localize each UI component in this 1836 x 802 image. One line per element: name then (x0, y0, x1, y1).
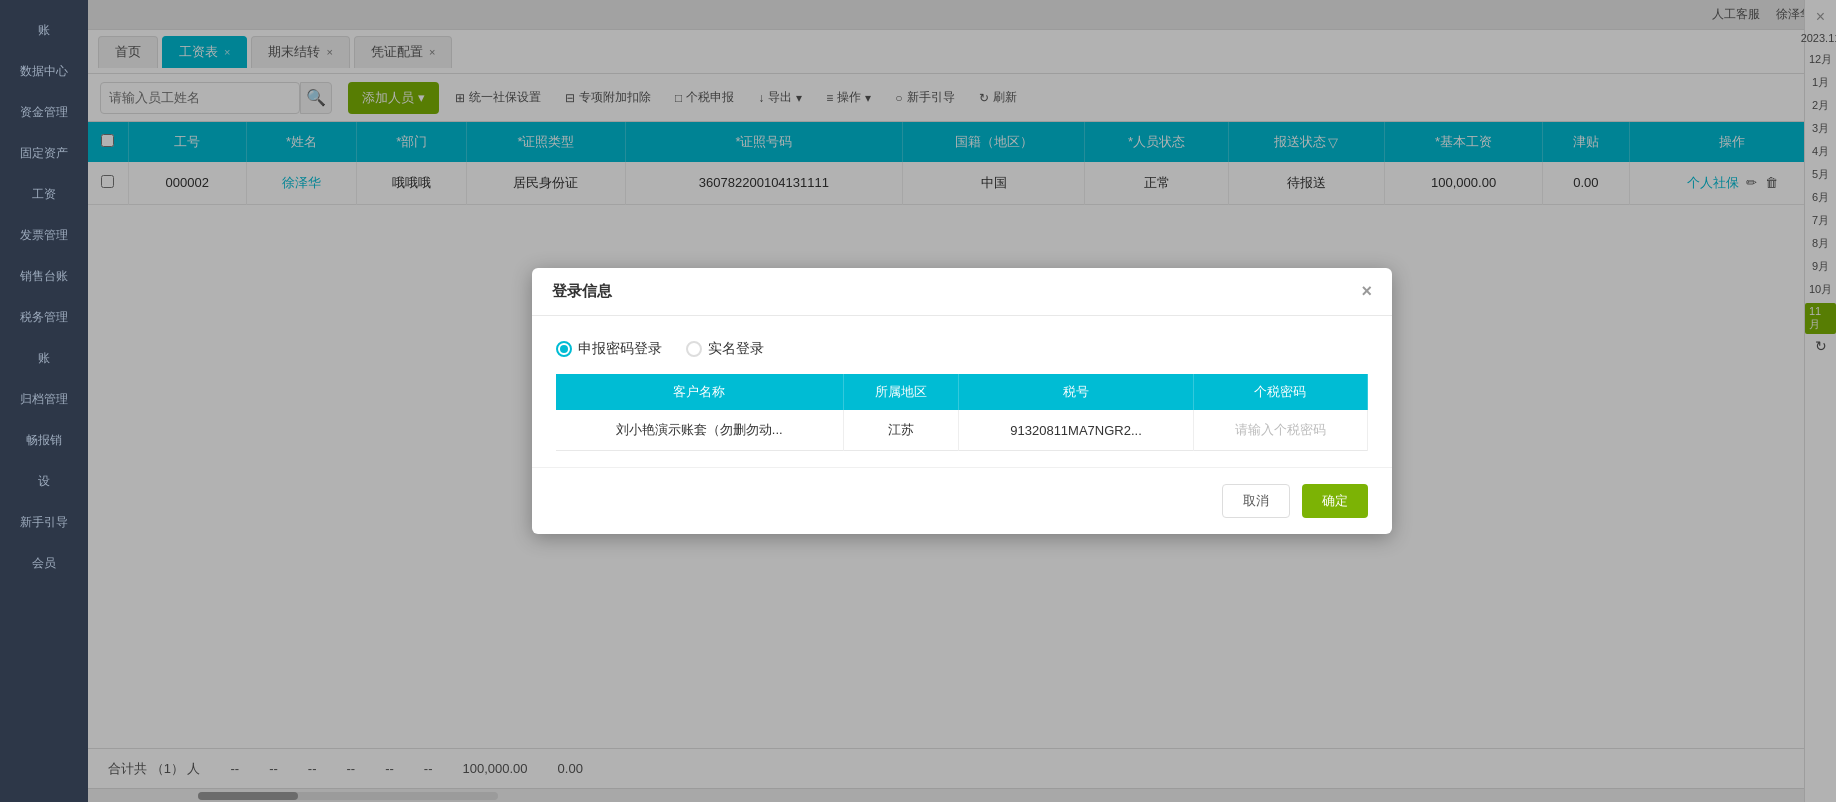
login-type-radio-group: 申报密码登录 实名登录 (556, 340, 1368, 358)
cancel-button[interactable]: 取消 (1222, 484, 1290, 518)
sidebar-item-label: 固定资产 (20, 146, 68, 160)
sidebar-item-label: 新手引导 (20, 515, 68, 529)
sidebar-item-label: 工资 (32, 187, 56, 201)
password-placeholder: 请输入个税密码 (1235, 422, 1326, 437)
sidebar-item-label: 设 (38, 474, 50, 488)
cell-password-input[interactable]: 请输入个税密码 (1193, 410, 1367, 450)
sidebar-item-fixed-assets[interactable]: 固定资产 (0, 133, 88, 174)
col-password: 个税密码 (1193, 374, 1367, 410)
customer-table: 客户名称 所属地区 税号 个税密码 刘小艳演示账套（勿删勿动... 江苏 913… (556, 374, 1368, 451)
radio-realname-login[interactable]: 实名登录 (686, 340, 764, 358)
dialog-header: 登录信息 × (532, 268, 1392, 316)
sidebar-item-label: 发票管理 (20, 228, 68, 242)
col-region: 所属地区 (843, 374, 959, 410)
cell-tax-number: 91320811MA7NGR2... (959, 410, 1194, 450)
sidebar-item-tax[interactable]: 税务管理 (0, 297, 88, 338)
sidebar-item-ledger[interactable]: 账 (0, 338, 88, 379)
sidebar-item-label: 资金管理 (20, 105, 68, 119)
radio-password-login[interactable]: 申报密码登录 (556, 340, 662, 358)
sidebar-item-label: 账 (38, 23, 50, 37)
sidebar-item-label: 数据中心 (20, 64, 68, 78)
sidebar-item-label: 归档管理 (20, 392, 68, 406)
sidebar-item-label: 畅报销 (26, 433, 62, 447)
sidebar-item-data-center[interactable]: 数据中心 (0, 51, 88, 92)
customer-row: 刘小艳演示账套（勿删勿动... 江苏 91320811MA7NGR2... 请输… (556, 410, 1368, 450)
sidebar-item-expense[interactable]: 畅报销 (0, 420, 88, 461)
sidebar: 账 数据中心 资金管理 固定资产 工资 发票管理 销售台账 税务管理 账 归档管… (0, 0, 88, 802)
sidebar-item-label: 销售台账 (20, 269, 68, 283)
sidebar-item-label: 会员 (32, 556, 56, 570)
sidebar-item-sales[interactable]: 销售台账 (0, 256, 88, 297)
dialog-close-button[interactable]: × (1361, 281, 1372, 302)
sidebar-item-member[interactable]: 会员 (0, 543, 88, 584)
col-tax-number: 税号 (959, 374, 1194, 410)
dialog-overlay: 登录信息 × 申报密码登录 实名登录 客户名称 所属地区 (88, 0, 1836, 802)
sidebar-item-settings[interactable]: 设 (0, 461, 88, 502)
sidebar-item-guide[interactable]: 新手引导 (0, 502, 88, 543)
dialog-body: 申报密码登录 实名登录 客户名称 所属地区 税号 个税密码 (532, 316, 1392, 467)
radio-realname-unchecked (686, 341, 702, 357)
radio-password-checked (556, 341, 572, 357)
confirm-button[interactable]: 确定 (1302, 484, 1368, 518)
dialog-footer: 取消 确定 (532, 467, 1392, 534)
sidebar-item-label: 账 (38, 351, 50, 365)
login-dialog: 登录信息 × 申报密码登录 实名登录 客户名称 所属地区 (532, 268, 1392, 534)
cell-customer-name: 刘小艳演示账套（勿删勿动... (556, 410, 843, 450)
sidebar-item-fund[interactable]: 资金管理 (0, 92, 88, 133)
sidebar-item-archive[interactable]: 归档管理 (0, 379, 88, 420)
cell-region: 江苏 (843, 410, 959, 450)
dialog-title: 登录信息 (552, 282, 612, 301)
sidebar-item-invoice[interactable]: 发票管理 (0, 215, 88, 256)
sidebar-item-account[interactable]: 账 (0, 10, 88, 51)
col-customer-name: 客户名称 (556, 374, 843, 410)
sidebar-item-label: 税务管理 (20, 310, 68, 324)
sidebar-item-payroll[interactable]: 工资 (0, 174, 88, 215)
